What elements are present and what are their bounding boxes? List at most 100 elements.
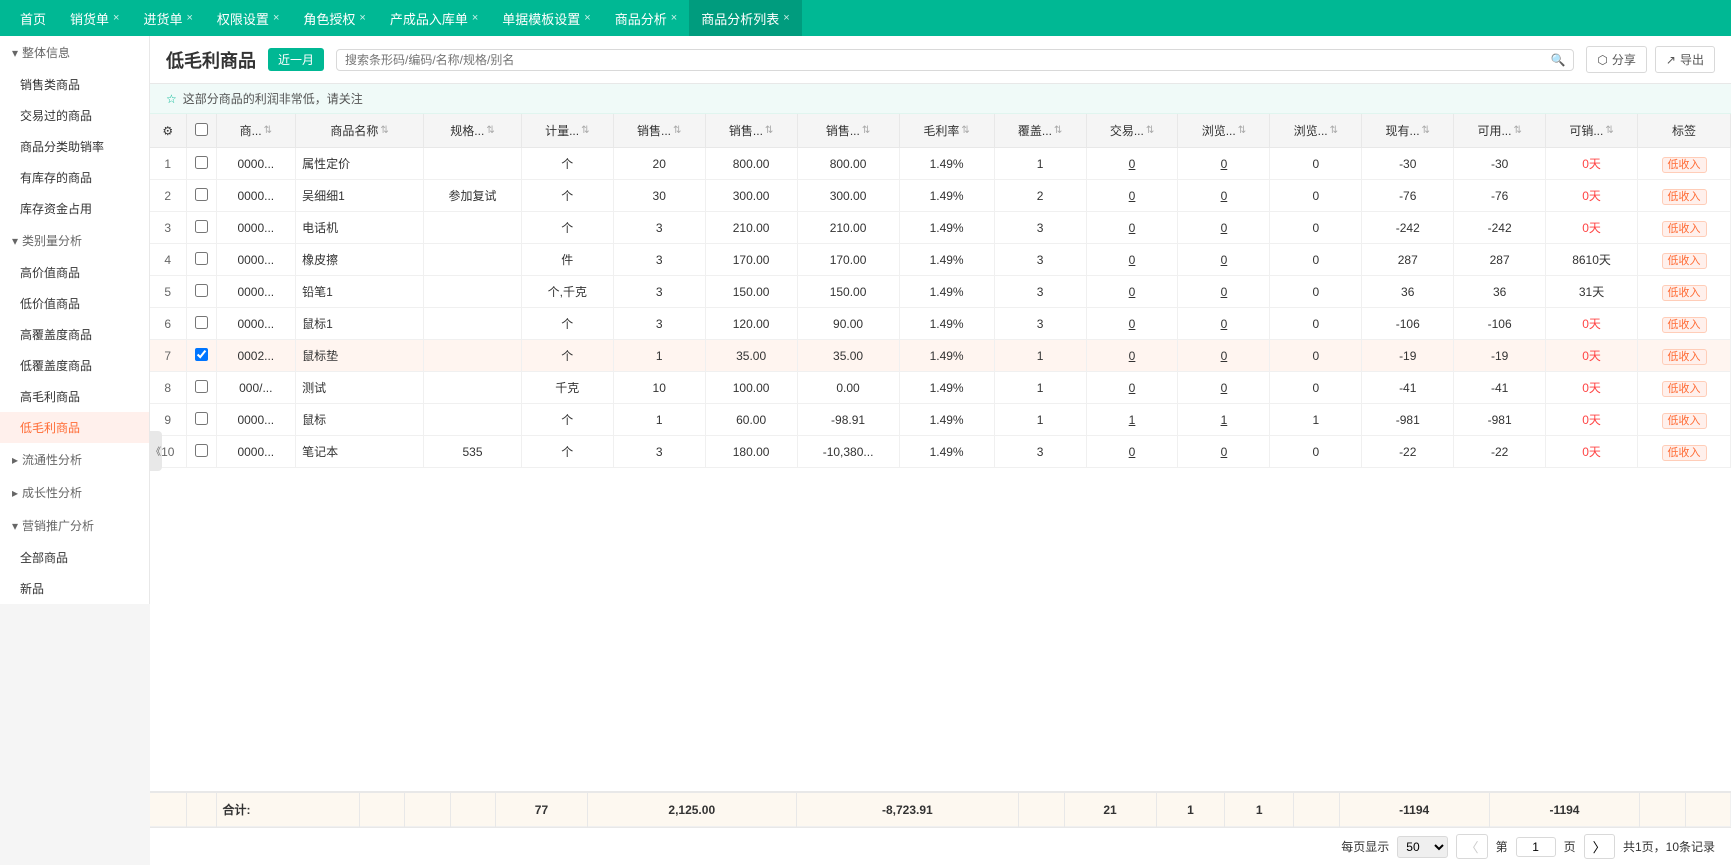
row-browse1[interactable]: 1 — [1178, 404, 1270, 436]
search-icon[interactable]: 🔍 — [1550, 53, 1565, 67]
row-browse2: 0 — [1270, 308, 1362, 340]
row-checkbox[interactable] — [195, 380, 208, 393]
nav-item-sales[interactable]: 销货单 × — [58, 0, 131, 36]
row-checkbox-cell[interactable] — [186, 308, 216, 340]
row-checkbox-cell[interactable] — [186, 404, 216, 436]
col-settings[interactable]: ⚙ — [150, 114, 186, 148]
nav-item-analysis-list[interactable]: 商品分析列表 × — [689, 0, 801, 36]
row-checkbox[interactable] — [195, 188, 208, 201]
row-price: 800.00 — [705, 148, 797, 180]
row-browse1[interactable]: 0 — [1178, 148, 1270, 180]
row-checkbox-cell[interactable] — [186, 244, 216, 276]
row-trade[interactable]: 0 — [1086, 308, 1178, 340]
row-checkbox-cell[interactable] — [186, 340, 216, 372]
per-page-select[interactable]: 50 100 200 — [1397, 836, 1448, 858]
row-checkbox-cell[interactable] — [186, 212, 216, 244]
sidebar-group-overall[interactable]: ▾ 整体信息 — [0, 36, 149, 69]
row-checkbox[interactable] — [195, 412, 208, 425]
row-checkbox[interactable] — [195, 220, 208, 233]
row-browse1[interactable]: 0 — [1178, 340, 1270, 372]
row-checkbox-cell[interactable] — [186, 372, 216, 404]
sidebar-item-new-goods[interactable]: 新品 — [0, 573, 149, 604]
nav-item-role[interactable]: 角色授权 × — [291, 0, 377, 36]
sidebar-item-low-margin[interactable]: 低毛利商品 — [0, 412, 149, 443]
row-checkbox-cell[interactable] — [186, 180, 216, 212]
row-browse1[interactable]: 0 — [1178, 372, 1270, 404]
row-checkbox[interactable] — [195, 444, 208, 457]
prev-page-btn[interactable]: 〈 — [1456, 834, 1487, 859]
row-trade[interactable]: 0 — [1086, 212, 1178, 244]
nav-item-inbound[interactable]: 产成品入库单 × — [378, 0, 490, 36]
share-button[interactable]: ⬡ 分享 — [1586, 46, 1647, 73]
row-checkbox-cell[interactable] — [186, 148, 216, 180]
row-checkbox[interactable] — [195, 284, 208, 297]
close-sales-icon[interactable]: × — [113, 12, 119, 24]
sidebar-item-stock-capital[interactable]: 库存资金占用 — [0, 193, 149, 224]
sidebar-item-all-goods[interactable]: 全部商品 — [0, 542, 149, 573]
row-checkbox[interactable] — [195, 348, 208, 361]
sidebar-item-traded-goods[interactable]: 交易过的商品 — [0, 100, 149, 131]
sidebar-collapse-btn[interactable]: 《 — [150, 431, 162, 471]
row-trade[interactable]: 0 — [1086, 244, 1178, 276]
close-analysis-icon[interactable]: × — [671, 12, 677, 24]
row-checkbox[interactable] — [195, 316, 208, 329]
close-analysis-list-icon[interactable]: × — [783, 12, 789, 24]
nav-item-home[interactable]: 首页 — [8, 0, 58, 36]
tag-badge: 低收入 — [1662, 189, 1707, 205]
row-trade[interactable]: 1 — [1086, 404, 1178, 436]
nav-item-template[interactable]: 单据模板设置 × — [490, 0, 602, 36]
sidebar-item-high-margin[interactable]: 高毛利商品 — [0, 381, 149, 412]
row-browse1[interactable]: 0 — [1178, 244, 1270, 276]
table-row: 6 0000... 鼠标1 个 3 120.00 90.00 1.49% 3 0… — [150, 308, 1731, 340]
sidebar-item-high-coverage[interactable]: 高覆盖度商品 — [0, 319, 149, 350]
row-avail: -22 — [1454, 436, 1546, 468]
close-template-icon[interactable]: × — [584, 12, 590, 24]
close-permission-icon[interactable]: × — [273, 12, 279, 24]
row-browse1[interactable]: 0 — [1178, 308, 1270, 340]
nav-item-analysis[interactable]: 商品分析 × — [603, 0, 689, 36]
row-browse1[interactable]: 0 — [1178, 180, 1270, 212]
row-browse1[interactable]: 0 — [1178, 276, 1270, 308]
row-checkbox[interactable] — [195, 252, 208, 265]
row-trade[interactable]: 0 — [1086, 436, 1178, 468]
sidebar-group-growth[interactable]: ▸ 成长性分析 — [0, 476, 149, 509]
sidebar-group-circulation[interactable]: ▸ 流通性分析 — [0, 443, 149, 476]
row-checkbox[interactable] — [195, 156, 208, 169]
sidebar-group-marketing[interactable]: ▾ 营销推广分析 — [0, 509, 149, 542]
sidebar-item-sales-goods[interactable]: 销售类商品 — [0, 69, 149, 100]
row-browse1[interactable]: 0 — [1178, 212, 1270, 244]
sidebar-item-high-value[interactable]: 高价值商品 — [0, 257, 149, 288]
sidebar-item-stocked-goods[interactable]: 有库存的商品 — [0, 162, 149, 193]
col-checkbox[interactable] — [186, 114, 216, 148]
row-gross: 1.49% — [899, 212, 994, 244]
close-purchase-icon[interactable]: × — [186, 12, 192, 24]
sidebar-item-category-rate[interactable]: 商品分类助销率 — [0, 131, 149, 162]
row-coverage: 3 — [994, 436, 1086, 468]
row-trade[interactable]: 0 — [1086, 340, 1178, 372]
search-input[interactable] — [345, 53, 1546, 67]
date-filter-button[interactable]: 近一月 — [268, 48, 324, 71]
select-all-checkbox[interactable] — [195, 123, 208, 136]
row-trade[interactable]: 0 — [1086, 148, 1178, 180]
close-inbound-icon[interactable]: × — [472, 12, 478, 24]
sidebar-item-low-coverage[interactable]: 低覆盖度商品 — [0, 350, 149, 381]
page-number-input[interactable] — [1516, 837, 1556, 857]
row-trade[interactable]: 0 — [1086, 372, 1178, 404]
nav-item-purchase[interactable]: 进货单 × — [131, 0, 204, 36]
row-browse1[interactable]: 0 — [1178, 436, 1270, 468]
sidebar-item-low-value[interactable]: 低价值商品 — [0, 288, 149, 319]
table-row: 2 0000... 吴细细1 参加复试 个 30 300.00 300.00 1… — [150, 180, 1731, 212]
export-button[interactable]: ↗ 导出 — [1655, 46, 1715, 73]
row-checkbox-cell[interactable] — [186, 276, 216, 308]
close-role-icon[interactable]: × — [359, 12, 365, 24]
row-num: 5 — [150, 276, 186, 308]
row-name: 鼠标1 — [296, 308, 424, 340]
row-unit: 个 — [521, 436, 613, 468]
nav-item-permission[interactable]: 权限设置 × — [205, 0, 291, 36]
next-page-btn[interactable]: 〉 — [1584, 834, 1615, 859]
row-checkbox-cell[interactable] — [186, 436, 216, 468]
col-spec: 规格...⇅ — [424, 114, 522, 148]
sidebar-group-category[interactable]: ▾ 类别量分析 — [0, 224, 149, 257]
row-trade[interactable]: 0 — [1086, 276, 1178, 308]
row-trade[interactable]: 0 — [1086, 180, 1178, 212]
